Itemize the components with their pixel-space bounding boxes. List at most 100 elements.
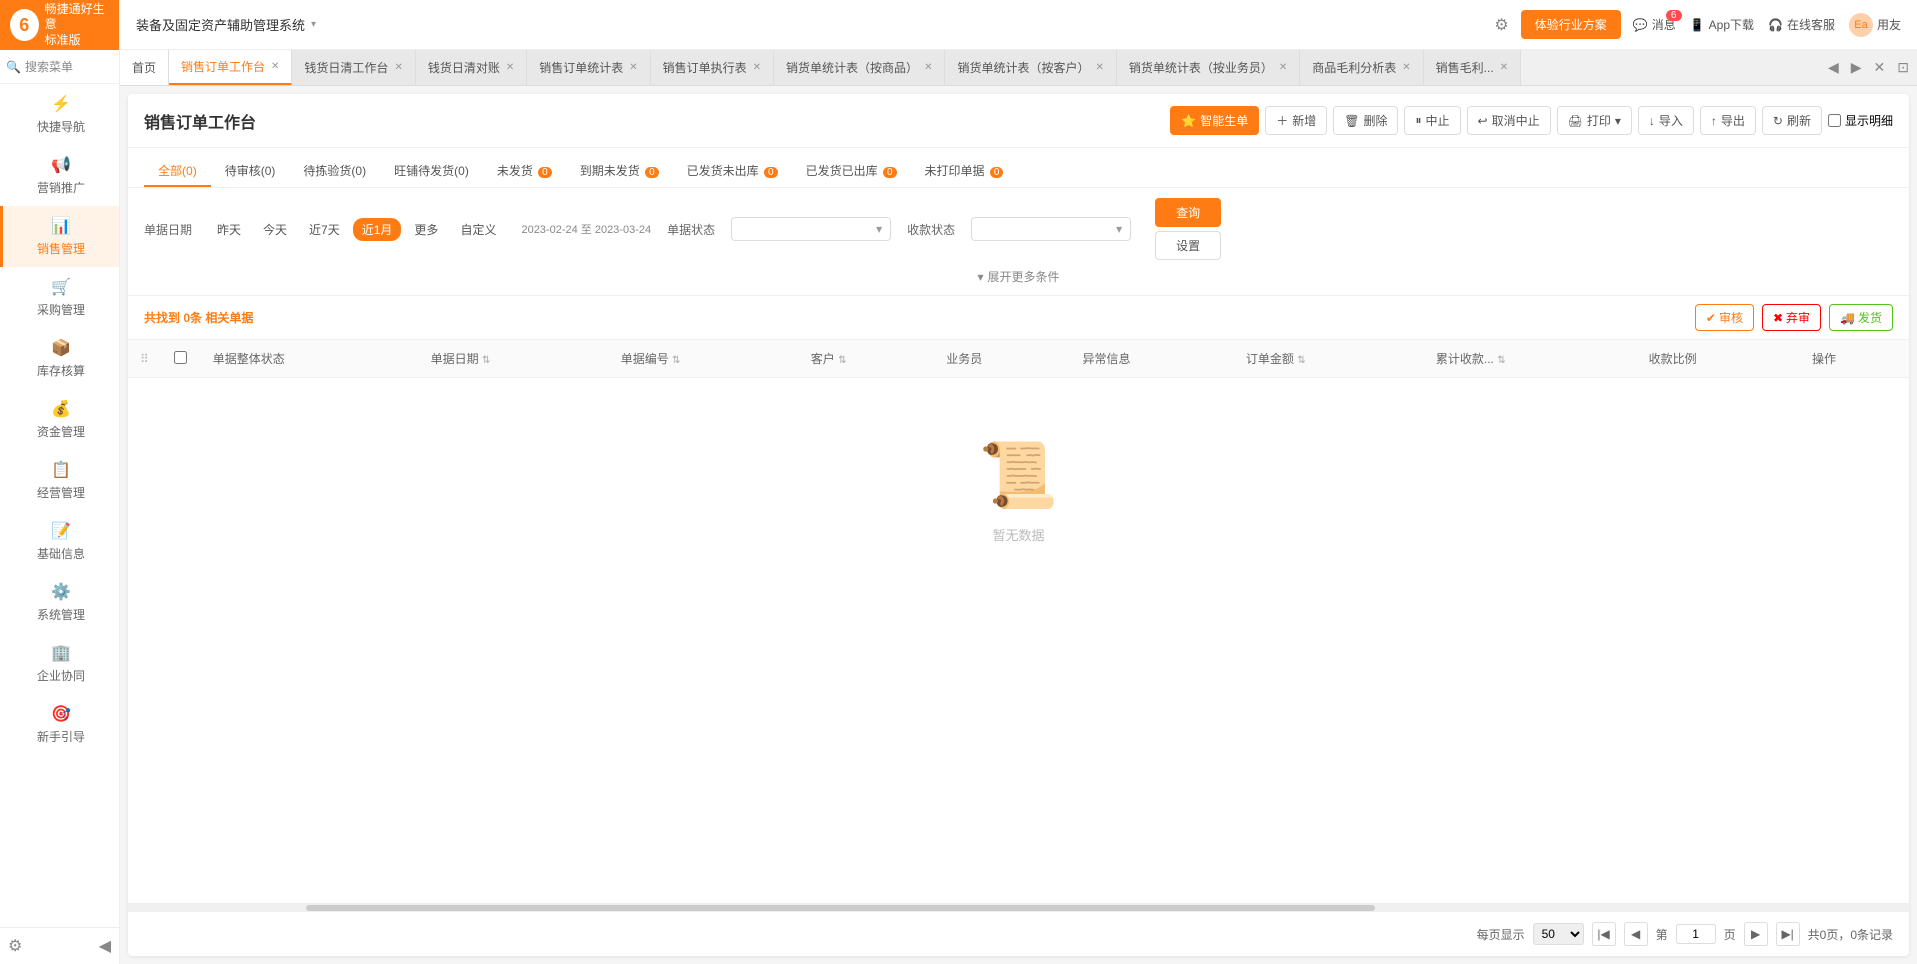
tab-close-sales-exec[interactable]: ✕ — [753, 62, 761, 73]
tab-next-btn[interactable]: ▶ — [1847, 59, 1866, 76]
sidebar-item-guide[interactable]: 🎯 新手引导 — [0, 694, 119, 755]
amount-sort-icon[interactable]: ⇅ — [1297, 355, 1305, 366]
tab-close-cash-account[interactable]: ✕ — [506, 62, 514, 73]
subtab-shipped-not-out[interactable]: 已发货未出库 0 — [673, 156, 792, 187]
tab-sales-more[interactable]: 销售毛利... ✕ — [1424, 50, 1521, 85]
enterprise-icon: 🏢 — [51, 643, 71, 663]
subtab-shipped-out[interactable]: 已发货已出库 0 — [792, 156, 911, 187]
tab-expand-btn[interactable]: ⊡ — [1893, 59, 1913, 76]
show-detail-toggle[interactable]: 显示明细 — [1828, 112, 1893, 129]
per-page-select[interactable]: 10 20 50 100 — [1533, 923, 1584, 945]
sidebar-item-sales[interactable]: 📊 销售管理 — [0, 206, 119, 267]
prev-page-btn[interactable]: ◀ — [1624, 922, 1648, 946]
user-area[interactable]: Ea 用友 — [1849, 13, 1901, 37]
topbar-gear-icon[interactable]: ⚙ — [1494, 15, 1508, 35]
tab-sales-stats[interactable]: 销售订单统计表 ✕ — [527, 50, 650, 85]
customer-sort-icon[interactable]: ⇅ — [838, 355, 846, 366]
export-btn[interactable]: ↑ 导出 — [1700, 106, 1756, 135]
tab-close-cash-daily[interactable]: ✕ — [394, 62, 402, 73]
col-customer: 客户 ⇅ — [799, 340, 935, 378]
smart-generate-btn[interactable]: ⭐ 智能生单 — [1170, 106, 1259, 135]
date-btn-1month[interactable]: 近1月 — [353, 218, 402, 241]
print-btn[interactable]: 🖨 打印 ▾ — [1557, 106, 1632, 135]
not-shipped-badge: 0 — [538, 167, 552, 178]
next-page-btn[interactable]: ▶ — [1744, 922, 1768, 946]
tab-close-sales-by-customer[interactable]: ✕ — [1095, 62, 1103, 73]
date-btn-yesterday[interactable]: 昨天 — [208, 218, 250, 241]
sidebar-item-inventory[interactable]: 📦 库存核算 — [0, 328, 119, 389]
ship-btn[interactable]: 🚚 发货 — [1829, 304, 1893, 331]
sidebar-item-enterprise[interactable]: 🏢 企业协同 — [0, 633, 119, 694]
online-service-btn[interactable]: 🎧 在线客服 — [1768, 16, 1835, 33]
delete-btn[interactable]: 🗑 删除 — [1333, 106, 1398, 135]
query-btn[interactable]: 查询 — [1155, 198, 1221, 227]
horizontal-scrollbar[interactable] — [128, 903, 1909, 911]
status-select[interactable]: ▾ — [731, 217, 891, 241]
scrollbar-thumb[interactable] — [306, 905, 1375, 911]
import-btn[interactable]: ↓ 导入 — [1638, 106, 1694, 135]
settings-bottom-icon[interactable]: ⚙ — [8, 936, 22, 956]
payment-select[interactable]: ▾ — [971, 217, 1131, 241]
tab-cash-account[interactable]: 钱货日清对账 ✕ — [416, 50, 527, 85]
sidebar-item-marketing[interactable]: 📢 营销推广 — [0, 145, 119, 206]
tab-cash-daily[interactable]: 钱货日清工作台 ✕ — [292, 50, 415, 85]
tab-close-sales-by-staff[interactable]: ✕ — [1279, 62, 1287, 73]
tab-sales-by-customer[interactable]: 销货单统计表（按客户） ✕ — [945, 50, 1116, 85]
cancel-pause-btn[interactable]: ↩ 取消中止 — [1467, 106, 1551, 135]
show-detail-checkbox[interactable] — [1828, 114, 1841, 127]
solution-btn[interactable]: 体验行业方案 — [1521, 10, 1621, 39]
tab-close-sales-by-product[interactable]: ✕ — [924, 62, 932, 73]
date-btn-7days[interactable]: 近7天 — [300, 218, 349, 241]
tab-close-sales-order[interactable]: ✕ — [271, 61, 279, 72]
subtab-overdue[interactable]: 到期未发货 0 — [566, 156, 673, 187]
sidebar-item-operations[interactable]: 📋 经营管理 — [0, 450, 119, 511]
app-download-btn[interactable]: 📱 App下载 — [1690, 16, 1754, 33]
tab-close-gross-profit[interactable]: ✕ — [1402, 62, 1410, 73]
search-icon: 🔍 — [6, 60, 21, 74]
tab-close-sales-more[interactable]: ✕ — [1500, 62, 1508, 73]
tab-sales-exec[interactable]: 销售订单执行表 ✕ — [651, 50, 774, 85]
subtab-not-shipped[interactable]: 未发货 0 — [483, 156, 566, 187]
collapse-sidebar-icon[interactable]: ◀ — [99, 936, 111, 956]
sidebar-item-basic-info[interactable]: 📝 基础信息 — [0, 511, 119, 572]
pause-btn[interactable]: ⏸ 中止 — [1404, 106, 1460, 135]
date-btn-today[interactable]: 今天 — [254, 218, 296, 241]
tab-prev-btn[interactable]: ◀ — [1824, 59, 1843, 76]
sidebar-item-finance[interactable]: 💰 资金管理 — [0, 389, 119, 450]
tab-sales-order[interactable]: 销售订单工作台 ✕ — [169, 50, 292, 85]
subtab-pending-review[interactable]: 待审核(0) — [211, 156, 290, 187]
add-btn[interactable]: ＋ 新增 — [1265, 106, 1327, 135]
title-dropdown-arrow[interactable]: ▾ — [311, 19, 316, 30]
subtab-all[interactable]: 全部(0) — [144, 156, 211, 187]
refresh-btn[interactable]: ↻ 刷新 — [1762, 106, 1822, 135]
first-page-btn[interactable]: |◀ — [1592, 922, 1616, 946]
tab-sales-by-staff[interactable]: 销货单统计表（按业务员） ✕ — [1117, 50, 1300, 85]
sidebar-item-system[interactable]: ⚙️ 系统管理 — [0, 572, 119, 633]
tab-gross-profit[interactable]: 商品毛利分析表 ✕ — [1300, 50, 1423, 85]
per-page-label: 每页显示 — [1477, 926, 1525, 943]
revoke-btn[interactable]: ✖ 弃审 — [1762, 304, 1821, 331]
tab-close-sales-stats[interactable]: ✕ — [629, 62, 637, 73]
sidebar-search[interactable]: 🔍 搜索菜单 — [0, 50, 119, 84]
select-all-checkbox[interactable] — [174, 351, 187, 364]
settings-btn[interactable]: 设置 — [1155, 231, 1221, 260]
date-btn-custom[interactable]: 自定义 — [451, 218, 505, 241]
sidebar-item-quick-nav[interactable]: ⚡ 快捷导航 — [0, 84, 119, 145]
message-btn[interactable]: 💬 消息 6 — [1633, 16, 1676, 33]
last-page-btn[interactable]: ▶| — [1776, 922, 1800, 946]
subtab-not-printed[interactable]: 未打印单据 0 — [911, 156, 1018, 187]
sidebar-item-purchase[interactable]: 🛒 采购管理 — [0, 267, 119, 328]
number-sort-icon[interactable]: ⇅ — [672, 355, 680, 366]
collected-sort-icon[interactable]: ⇅ — [1497, 355, 1505, 366]
tab-sales-by-product[interactable]: 销货单统计表（按商品） ✕ — [774, 50, 945, 85]
subtab-wangpu[interactable]: 旺铺待发货(0) — [380, 156, 483, 187]
tab-home[interactable]: 首页 — [120, 50, 169, 85]
revoke-icon: ✖ — [1773, 311, 1783, 325]
expand-conditions-btn[interactable]: ▾ 展开更多条件 — [977, 268, 1059, 285]
review-btn[interactable]: ✔ 审核 — [1695, 304, 1754, 331]
date-btn-more[interactable]: 更多 — [405, 218, 447, 241]
page-input[interactable] — [1676, 924, 1716, 944]
subtab-pending-check[interactable]: 待拣验货(0) — [289, 156, 380, 187]
tab-close-current-btn[interactable]: ✕ — [1870, 59, 1890, 76]
date-sort-icon[interactable]: ⇅ — [482, 355, 490, 366]
